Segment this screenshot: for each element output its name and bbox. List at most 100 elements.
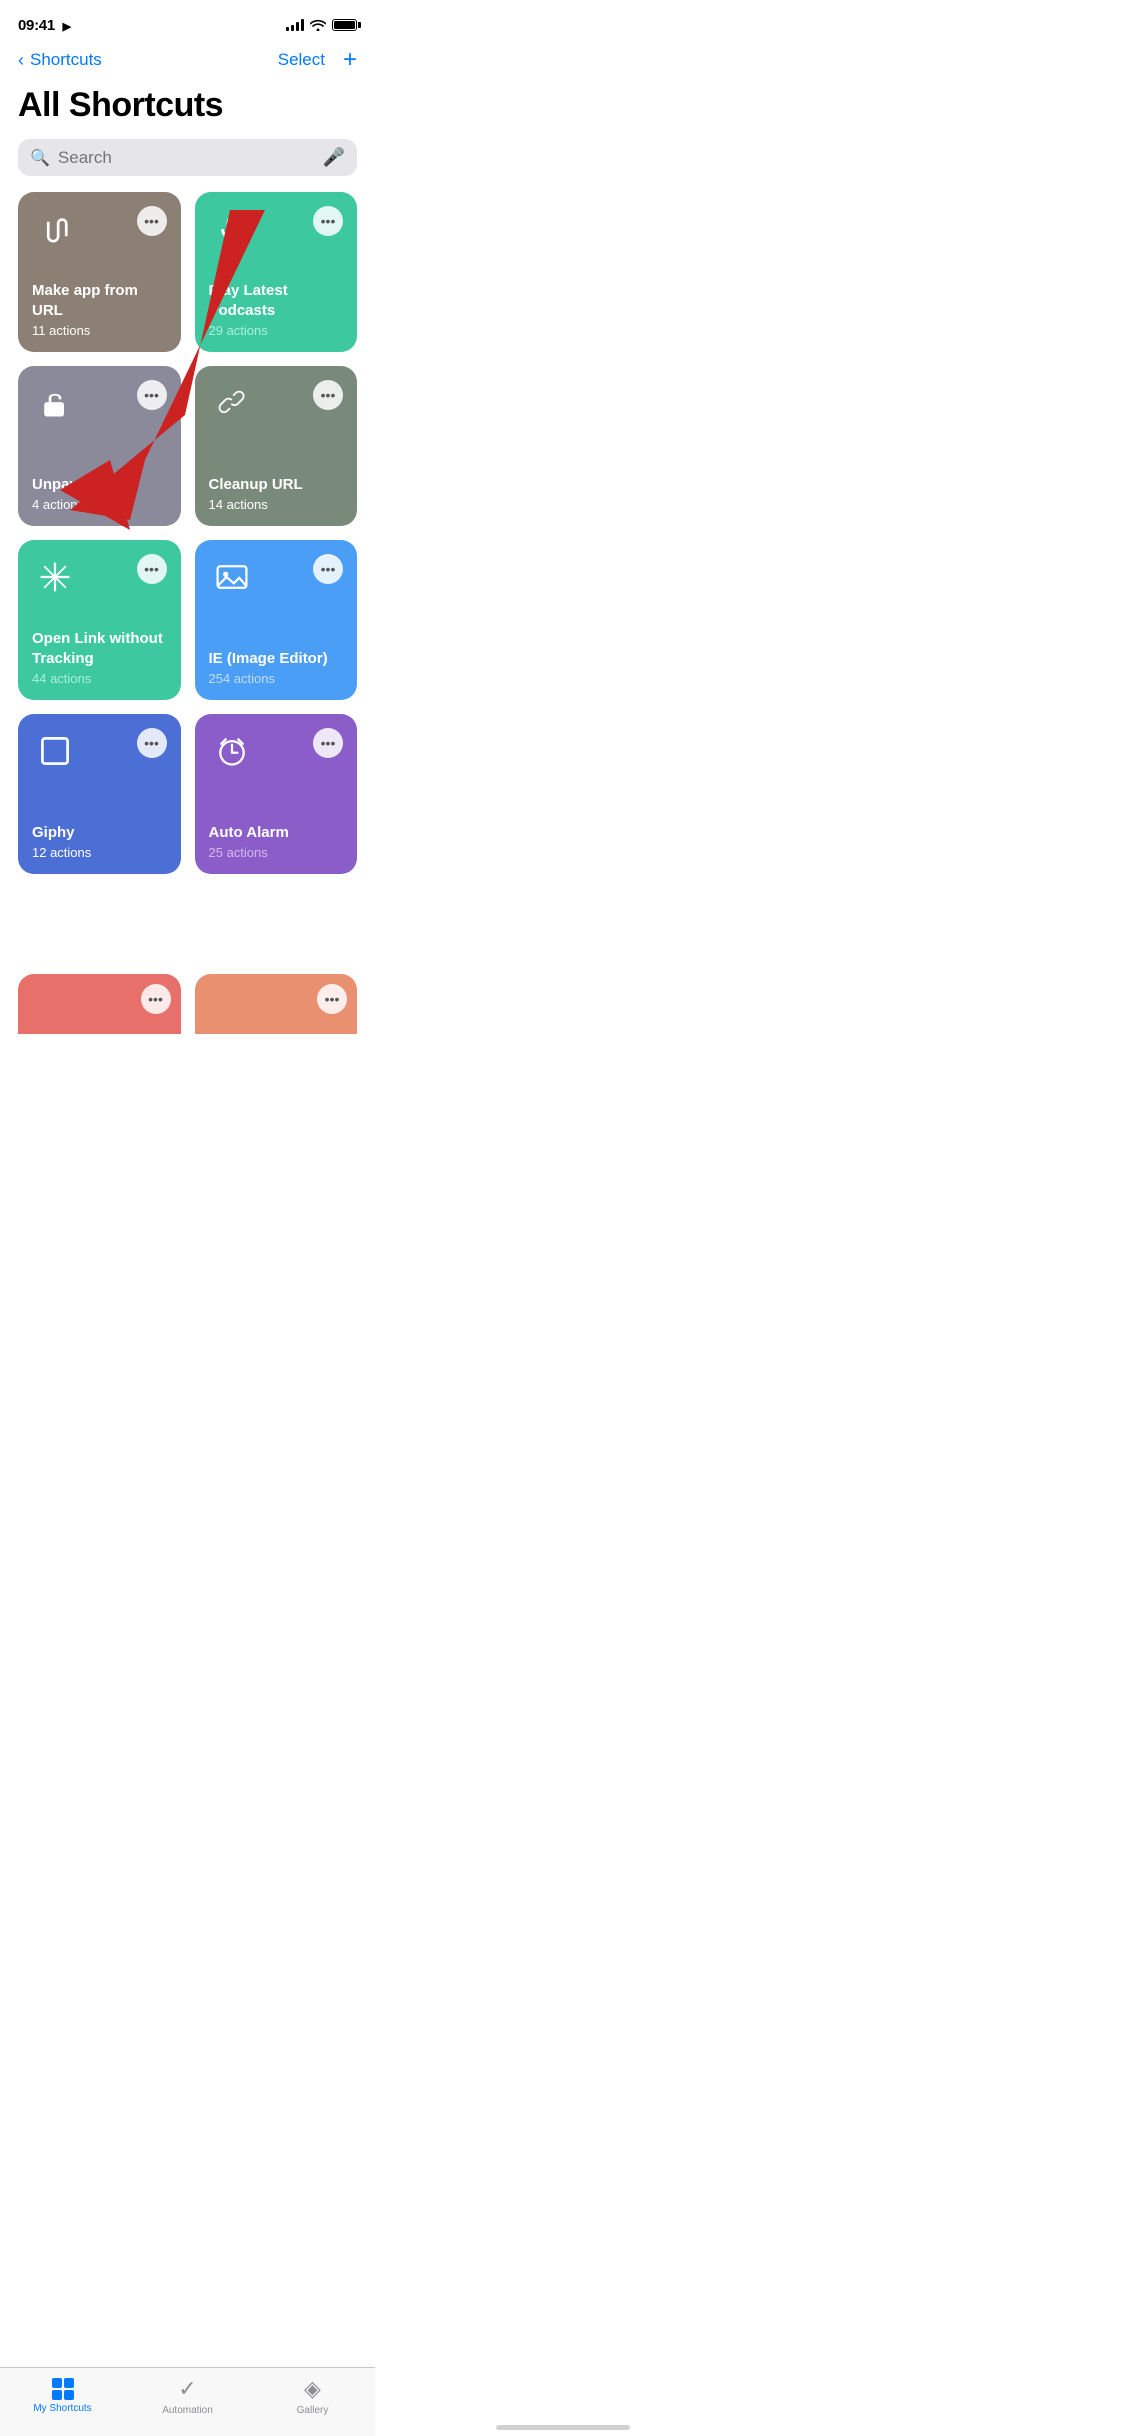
card-top: •••: [209, 380, 344, 426]
shortcut-actions-count: 254 actions: [209, 671, 344, 686]
shortcut-menu-button[interactable]: •••: [137, 380, 167, 410]
shortcut-actions-count: 44 actions: [32, 671, 167, 686]
tab-my-shortcuts[interactable]: My Shortcuts: [0, 2378, 125, 2414]
tab-gallery-label: Gallery: [297, 2405, 329, 2416]
tab-my-shortcuts-label: My Shortcuts: [33, 2403, 91, 2414]
chevron-left-icon: ‹: [18, 50, 24, 71]
shortcut-menu-button[interactable]: •••: [313, 380, 343, 410]
shortcut-menu-button[interactable]: •••: [313, 554, 343, 584]
shortcut-card-unpaywall[interactable]: ••• Unpaywall 4 actions: [18, 366, 181, 526]
shortcut-menu-button[interactable]: •••: [137, 728, 167, 758]
nav-bar: ‹ Shortcuts Select +: [0, 44, 375, 82]
shortcut-name: IE (Image Editor): [209, 649, 344, 669]
shortcut-icon: [209, 206, 255, 252]
card-top: •••: [209, 206, 344, 252]
shortcut-icon: [32, 554, 78, 600]
ellipsis-icon: •••: [144, 213, 159, 229]
ellipsis-icon: •••: [321, 213, 336, 229]
shortcut-actions-count: 4 actions: [32, 497, 167, 512]
shortcut-actions-count: 29 actions: [209, 323, 344, 338]
card-bottom: Unpaywall 4 actions: [32, 475, 167, 513]
card-top: •••: [32, 206, 167, 252]
shortcut-icon: [209, 554, 255, 600]
my-shortcuts-icon: [52, 2378, 74, 2400]
card-bottom: Make app from URL 11 actions: [32, 281, 167, 338]
battery-icon: [332, 19, 357, 31]
shortcut-name: Make app from URL: [32, 281, 167, 320]
shortcut-name: Giphy: [32, 823, 167, 843]
ellipsis-icon: •••: [144, 735, 159, 751]
ellipsis-icon: •••: [148, 991, 163, 1007]
shortcut-card-image-editor[interactable]: ••• IE (Image Editor) 254 actions: [195, 540, 358, 700]
shortcut-actions-count: 12 actions: [32, 845, 167, 860]
ellipsis-icon: •••: [144, 387, 159, 403]
tab-gallery[interactable]: ◈ Gallery: [250, 2376, 375, 2416]
location-icon: ▶: [63, 21, 71, 33]
card-bottom: Giphy 12 actions: [32, 823, 167, 861]
automation-icon: ✓: [178, 2376, 196, 2402]
tab-bar: My Shortcuts ✓ Automation ◈ Gallery: [0, 2367, 375, 2436]
ellipsis-icon: •••: [321, 735, 336, 751]
ellipsis-icon: •••: [321, 387, 336, 403]
shortcut-name: Play Latest Podcasts: [209, 281, 344, 320]
tab-automation-label: Automation: [162, 2405, 213, 2416]
shortcut-icon: [32, 728, 78, 774]
shortcut-card-auto-alarm[interactable]: ••• Auto Alarm 25 actions: [195, 714, 358, 874]
status-bar: 09:41 ▶: [0, 0, 375, 44]
shortcut-card-cleanup-url[interactable]: ••• Cleanup URL 14 actions: [195, 366, 358, 526]
shortcut-card-open-link-without-tracking[interactable]: ••• Open Link without Tracking 44 action…: [18, 540, 181, 700]
shortcut-menu-button[interactable]: •••: [317, 984, 347, 1014]
back-button[interactable]: ‹ Shortcuts: [18, 50, 102, 71]
card-bottom: Auto Alarm 25 actions: [209, 823, 344, 861]
ellipsis-icon: •••: [321, 561, 336, 577]
wifi-icon: [310, 19, 326, 31]
shortcut-icon: [209, 380, 255, 426]
search-bar[interactable]: 🔍 🎤: [18, 139, 357, 176]
shortcut-icon: [32, 380, 78, 426]
shortcut-menu-button[interactable]: •••: [313, 206, 343, 236]
card-bottom: Play Latest Podcasts 29 actions: [209, 281, 344, 338]
card-top: •••: [32, 554, 167, 600]
partial-cards: ••• •••: [0, 974, 375, 1034]
shortcut-name: Open Link without Tracking: [32, 629, 167, 668]
status-time: 09:41 ▶: [18, 17, 71, 34]
card-top: •••: [209, 728, 344, 774]
shortcut-icon: [209, 728, 255, 774]
back-label: Shortcuts: [30, 50, 102, 70]
partial-shortcut-card[interactable]: •••: [195, 974, 358, 1034]
shortcuts-grid: ••• Make app from URL 11 actions ••• Pla…: [0, 192, 375, 974]
shortcut-name: Auto Alarm: [209, 823, 344, 843]
card-bottom: Cleanup URL 14 actions: [209, 475, 344, 513]
search-input[interactable]: [58, 148, 315, 168]
nav-actions: Select +: [278, 48, 357, 72]
tab-automation[interactable]: ✓ Automation: [125, 2376, 250, 2416]
shortcut-menu-button[interactable]: •••: [313, 728, 343, 758]
add-shortcut-button[interactable]: +: [343, 48, 357, 72]
shortcut-actions-count: 11 actions: [32, 323, 167, 338]
shortcut-menu-button[interactable]: •••: [137, 206, 167, 236]
shortcut-menu-button[interactable]: •••: [141, 984, 171, 1014]
card-top: •••: [32, 728, 167, 774]
shortcut-card-make-app-from-url[interactable]: ••• Make app from URL 11 actions: [18, 192, 181, 352]
card-top: •••: [209, 554, 344, 600]
select-button[interactable]: Select: [278, 50, 325, 70]
shortcut-actions-count: 14 actions: [209, 497, 344, 512]
gallery-icon: ◈: [304, 2376, 321, 2402]
partial-shortcut-card[interactable]: •••: [18, 974, 181, 1034]
shortcut-name: Unpaywall: [32, 475, 167, 495]
ellipsis-icon: •••: [325, 991, 340, 1007]
shortcut-actions-count: 25 actions: [209, 845, 344, 860]
shortcut-menu-button[interactable]: •••: [137, 554, 167, 584]
microphone-icon[interactable]: 🎤: [323, 147, 345, 168]
shortcut-card-giphy[interactable]: ••• Giphy 12 actions: [18, 714, 181, 874]
shortcut-icon: [32, 206, 78, 252]
card-top: •••: [32, 380, 167, 426]
status-icons: [286, 19, 357, 31]
shortcut-card-play-latest-podcasts[interactable]: ••• Play Latest Podcasts 29 actions: [195, 192, 358, 352]
home-indicator: [496, 2425, 630, 2430]
search-icon: 🔍: [30, 148, 50, 168]
page-title: All Shortcuts: [0, 82, 375, 139]
ellipsis-icon: •••: [144, 561, 159, 577]
card-bottom: Open Link without Tracking 44 actions: [32, 629, 167, 686]
shortcut-name: Cleanup URL: [209, 475, 344, 495]
